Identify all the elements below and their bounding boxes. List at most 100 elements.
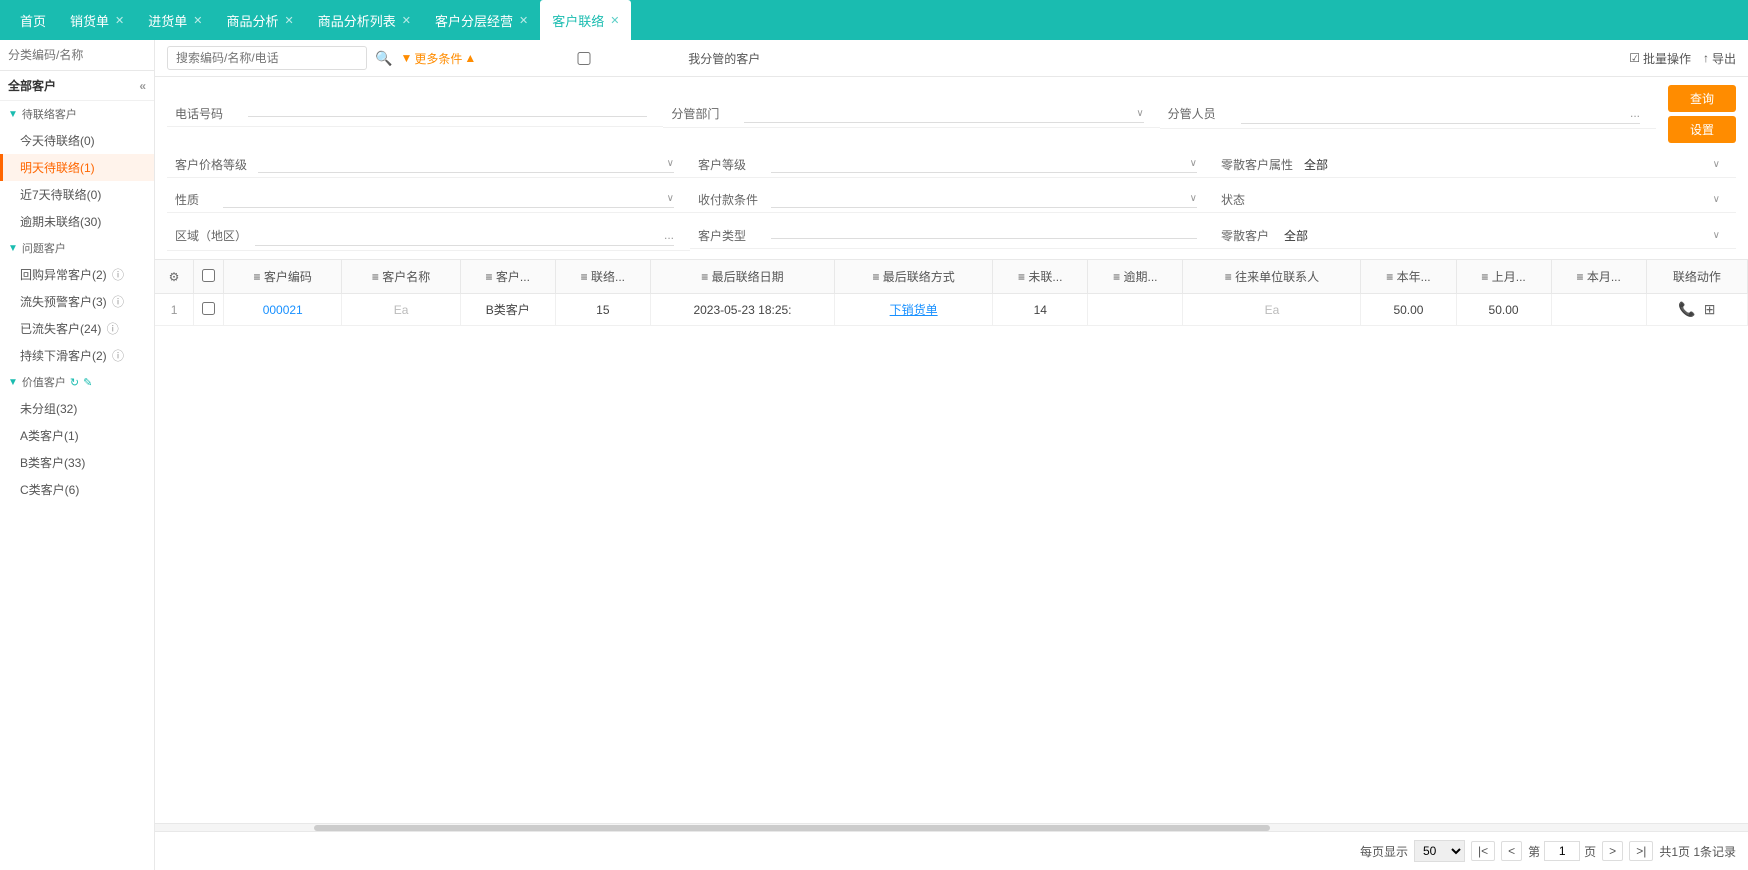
nav-item-sales[interactable]: 销货单 ✕ [58, 0, 136, 40]
phone-input[interactable] [248, 110, 647, 117]
region-select[interactable]: ... [255, 225, 674, 246]
person-select[interactable]: ... [1241, 103, 1640, 124]
value-edit-icon[interactable]: ✎ [83, 376, 92, 389]
retail-attr-label: 零散客户属性 [1221, 156, 1296, 173]
page-size-select[interactable]: 50 10 20 100 [1414, 840, 1465, 862]
last-page-btn[interactable]: >| [1629, 841, 1653, 861]
retail-attr-value: 全部 [1304, 156, 1328, 173]
table-settings-icon[interactable]: ⚙ [169, 270, 180, 284]
row-checkbox-cell[interactable] [194, 294, 224, 326]
price-level-select[interactable]: ∨ [258, 155, 674, 173]
payment-select[interactable]: ∨ [771, 190, 1197, 208]
sidebar-item-7days[interactable]: 近7天待联络(0) [0, 181, 154, 208]
nature-select[interactable]: ∨ [223, 190, 674, 208]
filter-icon: ▼ [400, 51, 412, 65]
collapse-icon[interactable]: « [139, 79, 146, 93]
customer-level-select[interactable]: ∨ [771, 155, 1197, 173]
uncontacted-col-header[interactable]: ≡ 未联... [993, 260, 1088, 294]
contact-count-cell: 15 [555, 294, 650, 326]
pending-arrow-icon: ▼ [8, 109, 18, 120]
payment-label: 收付款条件 [698, 191, 763, 208]
batch-op-btn[interactable]: ☑ 批量操作 [1629, 50, 1691, 67]
close-product-list-icon[interactable]: ✕ [402, 14, 411, 27]
contact-count-col-header[interactable]: ≡ 联络... [555, 260, 650, 294]
nav-item-product-analysis[interactable]: 商品分析 ✕ [214, 0, 305, 40]
search-input[interactable] [167, 46, 367, 70]
close-customer-contact-icon[interactable]: ✕ [610, 14, 619, 27]
search-button[interactable]: 🔍 [375, 50, 392, 67]
settings-col-header[interactable]: ⚙ [155, 260, 194, 294]
customer-level-label: 客户等级 [698, 156, 763, 173]
this-year-col-header[interactable]: ≡ 本年... [1361, 260, 1456, 294]
my-customers-checkbox[interactable]: 我分管的客户 [484, 50, 760, 67]
sidebar-item-tomorrow[interactable]: 明天待联络(1) [0, 154, 154, 181]
problem-group-text: 问题客户 [22, 240, 66, 256]
all-customers-header[interactable]: 全部客户 « [0, 71, 154, 101]
nav-item-home[interactable]: 首页 [8, 0, 58, 40]
close-purchase-icon[interactable]: ✕ [193, 14, 202, 27]
last-month-col-header[interactable]: ≡ 上月... [1456, 260, 1551, 294]
nav-item-customer-contact[interactable]: 客户联络 ✕ [540, 0, 631, 40]
type-col-header[interactable]: ≡ 客户... [460, 260, 555, 294]
value-group-label[interactable]: ▼ 价值客户 ↻ ✎ [0, 369, 154, 395]
sidebar-item-churned[interactable]: 已流失客户(24) ⓘ [0, 315, 154, 342]
caret-up-icon: ▲ [464, 51, 476, 65]
dept-select[interactable]: ∨ [744, 105, 1143, 123]
prev-page-btn[interactable]: < [1501, 841, 1522, 861]
top-nav: 首页 销货单 ✕ 进货单 ✕ 商品分析 ✕ 商品分析列表 ✕ 客户分层经营 ✕ … [0, 0, 1748, 40]
sidebar-item-class-b[interactable]: B类客户(33) [0, 449, 154, 476]
h-scrollbar[interactable] [155, 823, 1748, 831]
last-contact-method-col-header[interactable]: ≡ 最后联络方式 [835, 260, 993, 294]
problem-group-label[interactable]: ▼ 问题客户 [0, 235, 154, 261]
sidebar-item-declining[interactable]: 持续下滑客户(2) ⓘ [0, 342, 154, 369]
export-btn[interactable]: ↑ 导出 [1703, 50, 1736, 67]
table-row: 1 000021 Ea B类客户 15 2023-05-23 18:25: 下销… [155, 294, 1748, 326]
uncontacted-cell: 14 [993, 294, 1088, 326]
nav-item-customer-tier[interactable]: 客户分层经营 ✕ [423, 0, 540, 40]
menu-action-icon[interactable]: ⊞ [1704, 301, 1716, 318]
select-all-checkbox[interactable] [202, 269, 215, 282]
value-refresh-icon[interactable]: ↻ [70, 376, 79, 389]
region-label: 区域（地区） [175, 227, 247, 244]
last-contact-date-col-header[interactable]: ≡ 最后联络日期 [650, 260, 834, 294]
more-conditions-btn[interactable]: ▼ 更多条件 ▲ [400, 50, 476, 67]
sidebar-item-ungrouped[interactable]: 未分组(32) [0, 395, 154, 422]
nav-item-purchase[interactable]: 进货单 ✕ [136, 0, 214, 40]
sidebar-item-overdue[interactable]: 逾期未联络(30) [0, 208, 154, 235]
retail-attr-select[interactable]: ∨ [1328, 159, 1720, 170]
this-month-col-header[interactable]: ≡ 本月... [1551, 260, 1646, 294]
status-select[interactable]: ∨ [1269, 194, 1720, 205]
this-month-cell [1551, 294, 1646, 326]
nav-item-product-list[interactable]: 商品分析列表 ✕ [306, 0, 423, 40]
overdue-col-header[interactable]: ≡ 逾期... [1088, 260, 1183, 294]
row-checkbox[interactable] [202, 302, 215, 315]
export-icon: ↑ [1703, 51, 1709, 65]
pending-group-label[interactable]: ▼ 待联络客户 [0, 101, 154, 127]
page-number-input[interactable] [1544, 841, 1580, 861]
my-customers-check[interactable] [484, 52, 684, 65]
retail-customer-select[interactable]: ∨ [1308, 230, 1720, 241]
close-sales-icon[interactable]: ✕ [115, 14, 124, 27]
action-cell: 📞 ⊞ [1646, 294, 1747, 326]
sidebar-item-class-a[interactable]: A类客户(1) [0, 422, 154, 449]
this-year-cell: 50.00 [1361, 294, 1456, 326]
code-col-header[interactable]: ≡ 客户编码 [224, 260, 342, 294]
sidebar-item-today[interactable]: 今天待联络(0) [0, 127, 154, 154]
last-contact-method-cell[interactable]: 下销货单 [835, 294, 993, 326]
sidebar-item-class-c[interactable]: C类客户(6) [0, 476, 154, 503]
sidebar-item-repurchase[interactable]: 回购异常客户(2) ⓘ [0, 261, 154, 288]
next-page-btn[interactable]: > [1602, 841, 1623, 861]
close-product-analysis-icon[interactable]: ✕ [285, 14, 294, 27]
sidebar-search-input[interactable] [8, 48, 155, 62]
first-page-btn[interactable]: |< [1471, 841, 1495, 861]
query-button[interactable]: 查询 [1668, 85, 1736, 112]
name-col-header[interactable]: ≡ 客户名称 [342, 260, 460, 294]
close-customer-tier-icon[interactable]: ✕ [519, 14, 528, 27]
sidebar-item-churn-warning[interactable]: 流失预警客户(3) ⓘ [0, 288, 154, 315]
customer-code-cell[interactable]: 000021 [224, 294, 342, 326]
reset-button[interactable]: 设置 [1668, 116, 1736, 143]
phone-action-icon[interactable]: 📞 [1678, 301, 1695, 318]
company-contact-col-header[interactable]: ≡ 往来单位联系人 [1183, 260, 1361, 294]
customer-type-select[interactable] [771, 232, 1197, 239]
checkbox-col-header[interactable] [194, 260, 224, 294]
